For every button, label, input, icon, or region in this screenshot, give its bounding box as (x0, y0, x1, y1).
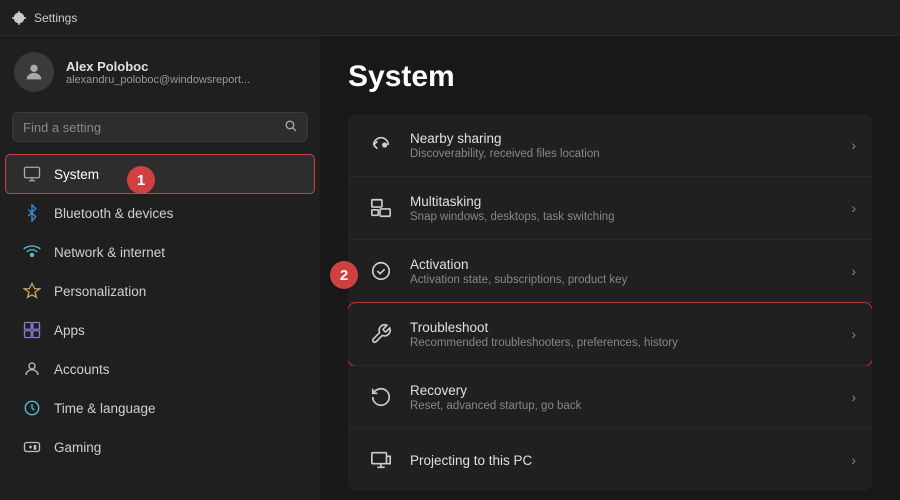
sidebar-item-label-apps: Apps (54, 323, 85, 338)
projecting-icon (364, 443, 398, 477)
sidebar-item-time[interactable]: Time & language (6, 389, 314, 427)
troubleshoot-icon (364, 317, 398, 351)
search-input[interactable] (23, 120, 276, 135)
sidebar-item-label-network: Network & internet (54, 245, 165, 260)
user-name: Alex Poloboc (66, 59, 250, 74)
time-icon (22, 398, 42, 418)
sidebar-item-accounts[interactable]: Accounts (6, 350, 314, 388)
setting-desc: Recommended troubleshooters, preferences… (410, 337, 851, 349)
sidebar-item-label-time: Time & language (54, 401, 156, 416)
chevron-icon: › (851, 137, 856, 153)
bluetooth-icon (22, 203, 42, 223)
setting-item-nearby-sharing[interactable]: Nearby sharing Discoverability, received… (348, 114, 872, 177)
setting-item-multitasking[interactable]: Multitasking Snap windows, desktops, tas… (348, 177, 872, 240)
gaming-icon (22, 437, 42, 457)
recovery-icon (364, 380, 398, 414)
search-box[interactable] (12, 112, 308, 142)
user-info: Alex Poloboc alexandru_poloboc@windowsre… (66, 59, 250, 86)
annotation-2: 2 (330, 261, 358, 289)
content-area: 2 System (320, 36, 900, 500)
setting-label: Multitasking (410, 194, 851, 209)
settings-icon (12, 11, 26, 25)
accounts-icon (22, 359, 42, 379)
system-icon (22, 164, 42, 184)
setting-label: Projecting to this PC (410, 453, 851, 468)
setting-text-projecting: Projecting to this PC (410, 453, 851, 468)
sidebar-item-label-accounts: Accounts (54, 362, 110, 377)
chevron-icon: › (851, 452, 856, 468)
setting-text-troubleshoot: Troubleshoot Recommended troubleshooters… (410, 320, 851, 349)
title-bar: Settings (0, 0, 900, 36)
setting-item-troubleshoot[interactable]: Troubleshoot Recommended troubleshooters… (348, 303, 872, 366)
page-title: System (348, 60, 872, 94)
user-profile[interactable]: Alex Poloboc alexandru_poloboc@windowsre… (0, 36, 320, 108)
search-icon (284, 119, 297, 135)
multitasking-icon (364, 191, 398, 225)
chevron-icon: › (851, 263, 856, 279)
setting-item-projecting[interactable]: Projecting to this PC › (348, 429, 872, 491)
sidebar-item-label-personalization: Personalization (54, 284, 146, 299)
user-email: alexandru_poloboc@windowsreport... (66, 74, 250, 86)
sidebar-item-label-bluetooth: Bluetooth & devices (54, 206, 173, 221)
chevron-icon: › (851, 326, 856, 342)
setting-text-activation: Activation Activation state, subscriptio… (410, 257, 851, 286)
sidebar-item-apps[interactable]: Apps (6, 311, 314, 349)
annotation-1: 1 (127, 166, 155, 194)
setting-text-recovery: Recovery Reset, advanced startup, go bac… (410, 383, 851, 412)
setting-label: Nearby sharing (410, 131, 851, 146)
main-layout: Alex Poloboc alexandru_poloboc@windowsre… (0, 36, 900, 500)
sidebar-item-bluetooth[interactable]: Bluetooth & devices (6, 194, 314, 232)
setting-desc: Snap windows, desktops, task switching (410, 211, 851, 223)
setting-item-activation[interactable]: Activation Activation state, subscriptio… (348, 240, 872, 303)
nearby-sharing-icon (364, 128, 398, 162)
setting-item-recovery[interactable]: Recovery Reset, advanced startup, go bac… (348, 366, 872, 429)
nav-list: System 1 Bluetooth & devices Network & i… (0, 154, 320, 467)
sidebar-item-system[interactable]: System (6, 155, 314, 193)
sidebar: Alex Poloboc alexandru_poloboc@windowsre… (0, 36, 320, 500)
settings-group: Nearby sharing Discoverability, received… (348, 114, 872, 491)
setting-label: Activation (410, 257, 851, 272)
setting-desc: Reset, advanced startup, go back (410, 400, 851, 412)
title-bar-text: Settings (34, 11, 77, 25)
apps-icon (22, 320, 42, 340)
setting-label: Troubleshoot (410, 320, 851, 335)
setting-desc: Activation state, subscriptions, product… (410, 274, 851, 286)
setting-text-nearby-sharing: Nearby sharing Discoverability, received… (410, 131, 851, 160)
network-icon (22, 242, 42, 262)
setting-text-multitasking: Multitasking Snap windows, desktops, tas… (410, 194, 851, 223)
chevron-icon: › (851, 200, 856, 216)
sidebar-item-network[interactable]: Network & internet (6, 233, 314, 271)
avatar (14, 52, 54, 92)
personalization-icon (22, 281, 42, 301)
sidebar-item-gaming[interactable]: Gaming (6, 428, 314, 466)
setting-label: Recovery (410, 383, 851, 398)
activation-icon (364, 254, 398, 288)
sidebar-item-label-system: System (54, 167, 99, 182)
chevron-icon: › (851, 389, 856, 405)
sidebar-item-personalization[interactable]: Personalization (6, 272, 314, 310)
sidebar-item-label-gaming: Gaming (54, 440, 101, 455)
setting-desc: Discoverability, received files location (410, 148, 851, 160)
